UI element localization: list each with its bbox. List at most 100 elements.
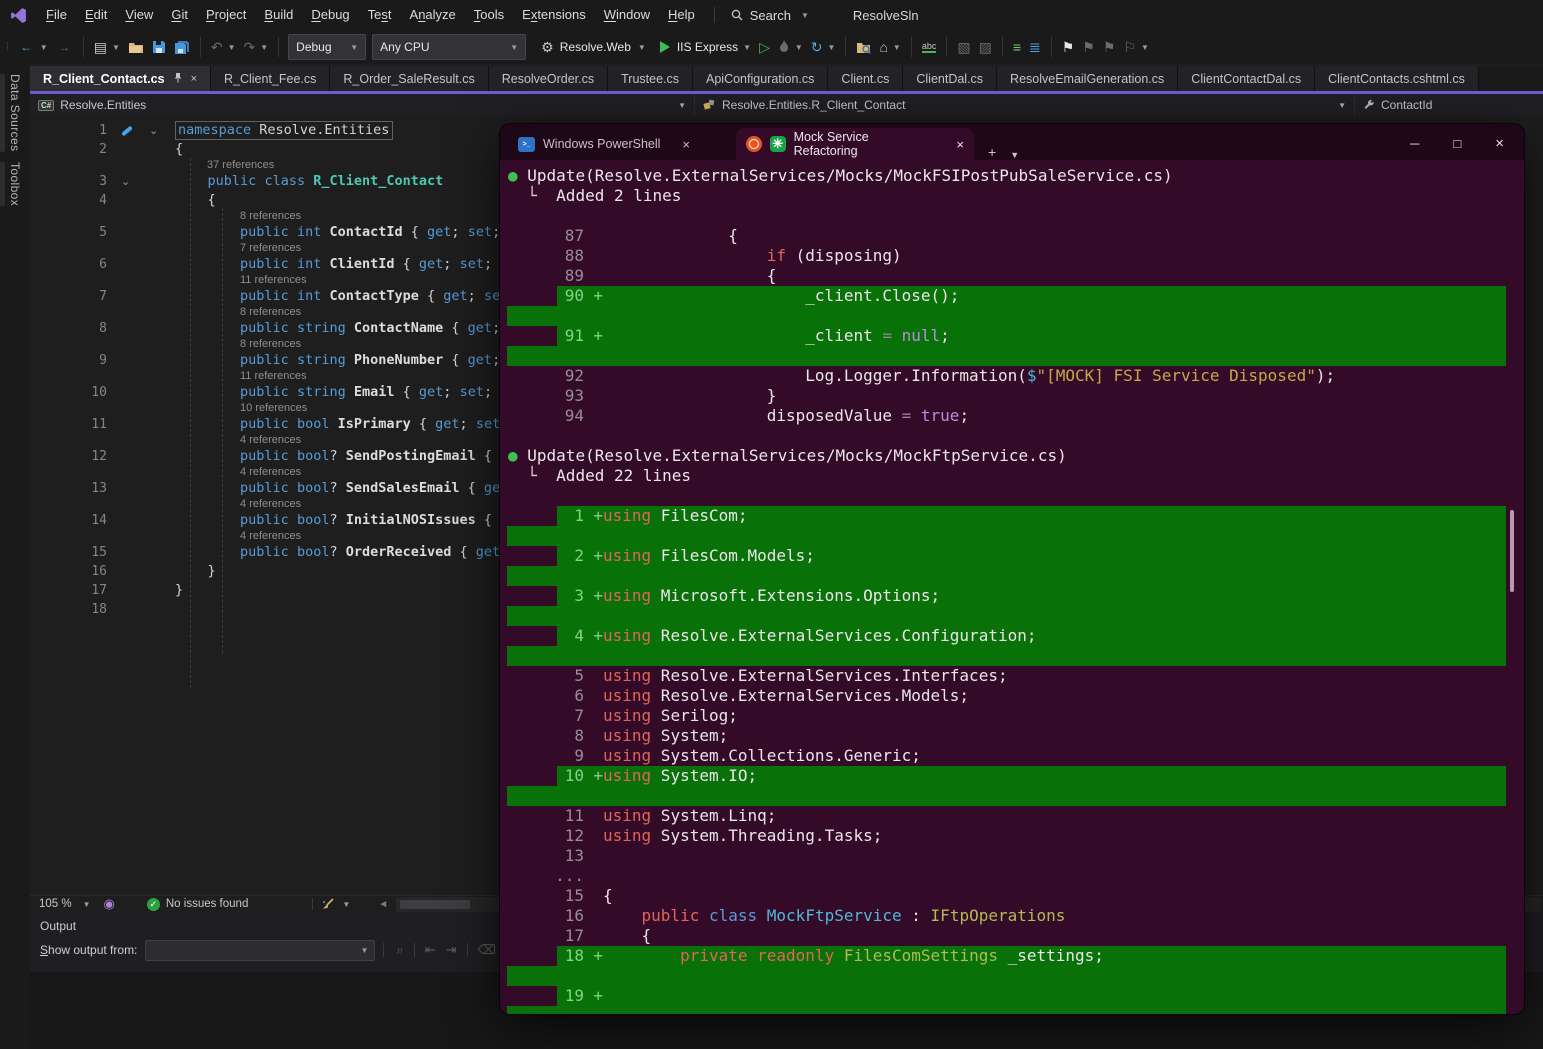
doc-tab-resolveorder-cs[interactable]: ResolveOrder.cs <box>488 66 609 91</box>
close-window-button[interactable]: × <box>1495 135 1504 152</box>
code-cleanup-button[interactable]: ▼ <box>321 897 350 911</box>
menu-debug[interactable]: Debug <box>302 0 358 30</box>
terminal-row <box>500 486 1524 506</box>
broom-icon <box>323 897 334 909</box>
menu-build[interactable]: Build <box>255 0 302 30</box>
breadcrumb-type-caret-icon[interactable]: ▼ <box>1338 101 1346 110</box>
standard-toolbar: ⁞ ← ▼ → ▤ ▼ ↶ ▼ ↷ ▼ Debug ▼ Any CPU ▼ ⚙ Resolv… <box>0 30 1543 64</box>
toggle-bookmark-button[interactable]: ⚑ <box>1058 35 1079 59</box>
doc-tab-client-cs[interactable]: Client.cs <box>828 66 904 91</box>
terminal-scrollbar-thumb[interactable] <box>1510 510 1514 592</box>
fold-chevron-icon[interactable]: ⌄ <box>149 125 158 136</box>
menu-test[interactable]: Test <box>359 0 401 30</box>
solution-explorer-button[interactable]: ⌂ ▼ <box>875 35 904 59</box>
indent-lines-button[interactable]: ≣ <box>1025 35 1045 59</box>
previous-message-icon[interactable]: ⇤ <box>425 942 436 958</box>
doc-tab-apiconfiguration-cs[interactable]: ApiConfiguration.cs <box>693 66 829 91</box>
next-bookmark-button[interactable]: ⚑ <box>1099 35 1120 59</box>
document-tab-bar: R_Client_Contact.cs × R_Client_Fee.cs R_Ord… <box>30 66 1543 91</box>
save-all-button[interactable] <box>170 35 194 59</box>
scroll-left-arrow-icon[interactable]: ◄ <box>378 899 388 910</box>
terminal-row: 3 +using Microsoft.Extensions.Options; <box>500 586 1524 606</box>
menu-git[interactable]: Git <box>162 0 197 30</box>
doc-tab-resolveemailgeneration-cs[interactable]: ResolveEmailGeneration.cs <box>997 66 1179 91</box>
menu-window[interactable]: Window <box>595 0 659 30</box>
bookmark-window-button[interactable]: ⚐ ▼ <box>1119 35 1152 59</box>
start-without-debug-button[interactable]: ▷ <box>755 35 774 59</box>
doc-tab-trustee-cs[interactable]: Trustee.cs <box>608 66 694 91</box>
restart-button[interactable]: ↻ ▼ <box>807 35 840 59</box>
terminal-tab-mock-service-refactoring[interactable]: ✳ Mock Service Refactoring × <box>736 128 974 160</box>
sidebar-tab-toolbox[interactable]: Toolbox <box>0 161 22 206</box>
line-number: 13 <box>91 481 107 496</box>
undo-button[interactable]: ↶ ▼ <box>207 35 240 59</box>
select-to-caret-button[interactable]: ▧ <box>953 35 974 59</box>
startup-project-button[interactable]: ⚙ Resolve.Web ▼ <box>537 35 650 59</box>
open-file-button[interactable] <box>124 35 148 59</box>
save-button[interactable] <box>148 35 170 59</box>
menu-analyze[interactable]: Analyze <box>401 0 465 30</box>
maximize-button[interactable]: □ <box>1453 136 1461 151</box>
doc-tab-clientcontactdal-cs[interactable]: ClientContactDal.cs <box>1178 66 1316 91</box>
edit-suggestion-icon[interactable] <box>121 125 133 136</box>
sidebar-tab-data-sources[interactable]: Data Sources <box>0 74 22 152</box>
menu-view[interactable]: View <box>116 0 162 30</box>
menu-divider <box>713 7 715 23</box>
doc-tab-clientdal-cs[interactable]: ClientDal.cs <box>903 66 998 91</box>
menu-file[interactable]: File <box>37 0 76 30</box>
close-terminal-tab-icon[interactable]: × <box>956 137 964 152</box>
editor-insights-icon[interactable]: ◉ <box>104 896 115 912</box>
terminal-tab-windows-powershell[interactable]: >_ Windows PowerShell × <box>508 128 736 160</box>
solution-configuration-select[interactable]: Debug ▼ <box>288 34 367 60</box>
doc-tab-r_client_fee-cs[interactable]: R_Client_Fee.cs <box>211 66 331 91</box>
doc-tab-label: R_Client_Fee.cs <box>224 71 317 86</box>
toggle-comment-button[interactable]: ≡ <box>1009 35 1025 59</box>
new-project-button[interactable]: ▤ ▼ <box>90 35 124 59</box>
diff-added-highlight <box>507 566 1506 586</box>
doc-tab-r_client_contact-cs[interactable]: R_Client_Contact.cs × <box>30 66 211 91</box>
next-message-icon[interactable]: ⇥ <box>446 942 457 958</box>
close-terminal-tab-icon[interactable]: × <box>682 137 690 152</box>
start-debug-button[interactable]: IIS Express ▼ <box>656 35 755 59</box>
diff-added-highlight <box>507 1006 1506 1014</box>
doc-tab-r_order_saleresult-cs[interactable]: R_Order_SaleResult.cs <box>330 66 489 91</box>
terminal-content[interactable]: ● Update(Resolve.ExternalServices/Mocks/… <box>500 160 1524 1014</box>
search-button[interactable]: Search ▼ <box>725 8 815 23</box>
pin-tab-icon[interactable] <box>173 72 183 86</box>
zoom-level-select[interactable]: 105 % ▼ <box>34 897 96 912</box>
tab-dropdown-button[interactable]: ▼ <box>1010 150 1019 160</box>
spell-check-button[interactable]: abc <box>918 35 941 59</box>
solution-platform-select[interactable]: Any CPU ▼ <box>372 34 527 60</box>
breadcrumb-project-caret-icon[interactable]: ▼ <box>678 101 686 110</box>
breadcrumb-project[interactable]: C# Resolve.Entities ▼ <box>30 94 695 116</box>
navigate-back-button[interactable]: ← ▼ <box>14 35 52 59</box>
clear-all-icon[interactable]: ⌫ <box>478 942 496 958</box>
toolbar-drag-handle[interactable]: ⁞ <box>6 42 10 53</box>
menu-edit[interactable]: Edit <box>76 0 116 30</box>
hot-reload-button[interactable]: ▼ <box>774 35 807 59</box>
terminal-title-bar[interactable]: >_ Windows PowerShell × ✳ Mock Service Refac… <box>500 124 1524 160</box>
breadcrumb-type[interactable]: Resolve.Entities.R_Client_Contact ▼ <box>695 94 1355 116</box>
output-source-select[interactable]: ▼ <box>145 939 376 961</box>
line-number: 5 <box>99 225 107 240</box>
doc-tab-clientcontacts-cshtml-cs[interactable]: ClientContacts.cshtml.cs <box>1315 66 1479 91</box>
menu-help[interactable]: Help <box>659 0 704 30</box>
fold-chevron-icon[interactable]: ⌄ <box>121 176 130 187</box>
menu-extensions[interactable]: Extensions <box>513 0 595 30</box>
minimize-button[interactable]: ─ <box>1410 136 1419 151</box>
breadcrumb-member[interactable]: ContactId <box>1355 94 1543 116</box>
find-in-files-button[interactable] <box>852 35 875 59</box>
find-message-icon[interactable]: ⌕ <box>396 942 403 958</box>
document-health-indicator[interactable]: ✓ No issues found <box>146 897 248 911</box>
close-tab-icon[interactable]: × <box>191 73 197 85</box>
previous-bookmark-button[interactable]: ⚑ <box>1078 35 1099 59</box>
menu-project[interactable]: Project <box>197 0 255 30</box>
block-select-button[interactable]: ▨ <box>975 35 996 59</box>
line-number: 10 <box>91 385 107 400</box>
navigate-forward-button[interactable]: → <box>52 35 77 59</box>
redo-button[interactable]: ↷ ▼ <box>240 35 273 59</box>
new-tab-button[interactable]: + <box>988 144 996 160</box>
breadcrumb-project-label: Resolve.Entities <box>60 98 147 112</box>
menu-tools[interactable]: Tools <box>465 0 513 30</box>
horizontal-scrollbar-thumb[interactable] <box>400 899 471 909</box>
